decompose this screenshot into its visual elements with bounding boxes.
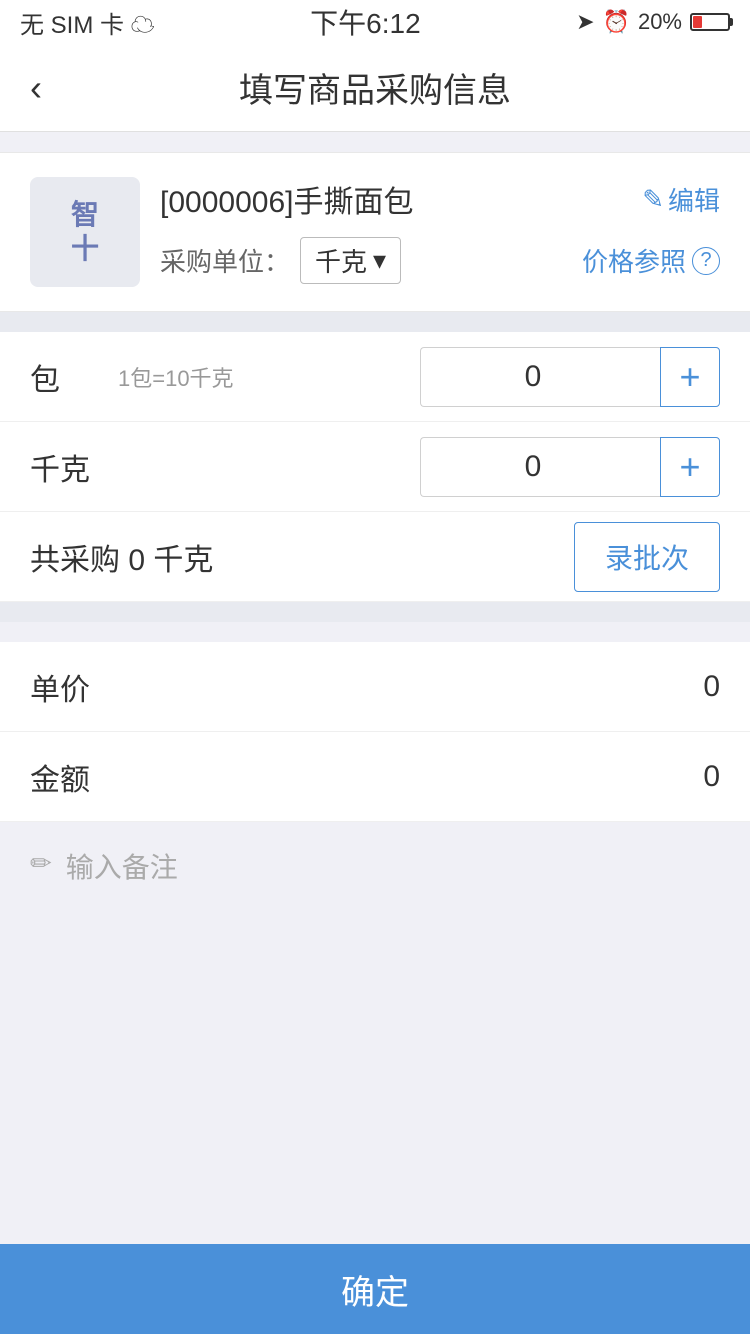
notes-section[interactable]: ✏ 输入备注 [0,822,750,910]
kg-label: 千克 [30,445,110,489]
sim-status: 无 SIM 卡 ☁ [20,5,155,40]
bag-label: 包 [30,355,110,399]
kg-row: 千克 + [0,422,750,512]
amount-row: 金额 0 [0,732,750,822]
battery-percent: 20% [638,9,682,35]
unit-select[interactable]: 千克 ▾ [300,237,401,284]
product-name-row: [0000006]手撕面包 ✎ 编辑 [160,177,720,221]
content-area [0,910,750,1190]
product-image: 智 十 [30,177,140,287]
alarm-icon: ⏰ [603,9,630,35]
form-section: 包 1包=10千克 + 千克 + [0,332,750,512]
amount-label: 金额 [30,755,90,799]
price-ref-button[interactable]: 价格参照 ? [582,242,720,279]
status-time: 下午6:12 [310,2,421,42]
product-card: 智 十 [0000006]手撕面包 ✎ 编辑 采购单位： 千克 ▾ 价格参照 ? [0,152,750,312]
navigation-icon: ➤ [576,9,594,35]
total-value: 0 [128,544,145,577]
page-title: 填写商品采购信息 [239,63,511,112]
bag-sub: 1包=10千克 [118,361,234,393]
bag-plus-button[interactable]: + [660,347,720,407]
bag-input[interactable] [420,347,660,407]
product-info: [0000006]手撕面包 ✎ 编辑 采购单位： 千克 ▾ 价格参照 ? [160,177,720,284]
kg-input[interactable] [420,437,660,497]
total-text: 共采购 0 千克 [30,535,213,579]
unit-price-label: 单价 [30,665,90,709]
bag-row: 包 1包=10千克 + [0,332,750,422]
purchase-unit-row: 采购单位： 千克 ▾ 价格参照 ? [160,237,720,284]
product-name: [0000006]手撕面包 [160,177,413,221]
nav-bar: ‹ 填写商品采购信息 [0,44,750,132]
chevron-down-icon: ▾ [373,245,386,276]
bag-input-wrap: + [234,347,720,407]
amount-value: 0 [703,760,720,794]
edit-icon: ✎ [642,184,664,215]
kg-input-wrap: + [110,437,720,497]
unit-price-value: 0 [703,670,720,704]
battery-icon [690,13,730,31]
record-batch-button[interactable]: 录批次 [574,522,720,592]
status-left: 无 SIM 卡 ☁ [20,5,155,40]
product-logo: 智 十 [71,198,99,265]
back-button[interactable]: ‹ [30,57,62,119]
section-divider-2 [0,602,750,622]
kg-plus-button[interactable]: + [660,437,720,497]
total-row: 共采购 0 千克 录批次 [0,512,750,602]
confirm-button[interactable]: 确定 [0,1244,750,1334]
unit-price-row: 单价 0 [0,642,750,732]
section-divider-1 [0,312,750,332]
status-bar: 无 SIM 卡 ☁ 下午6:12 ➤ ⏰ 20% [0,0,750,44]
pencil-icon: ✏ [30,848,52,879]
status-right: ➤ ⏰ 20% [576,9,730,35]
unit-label: 采购单位： [160,242,290,279]
notes-placeholder: 输入备注 [66,846,178,886]
help-icon: ? [692,247,720,275]
price-info-section: 单价 0 金额 0 [0,642,750,822]
edit-button[interactable]: ✎ 编辑 [642,181,720,218]
